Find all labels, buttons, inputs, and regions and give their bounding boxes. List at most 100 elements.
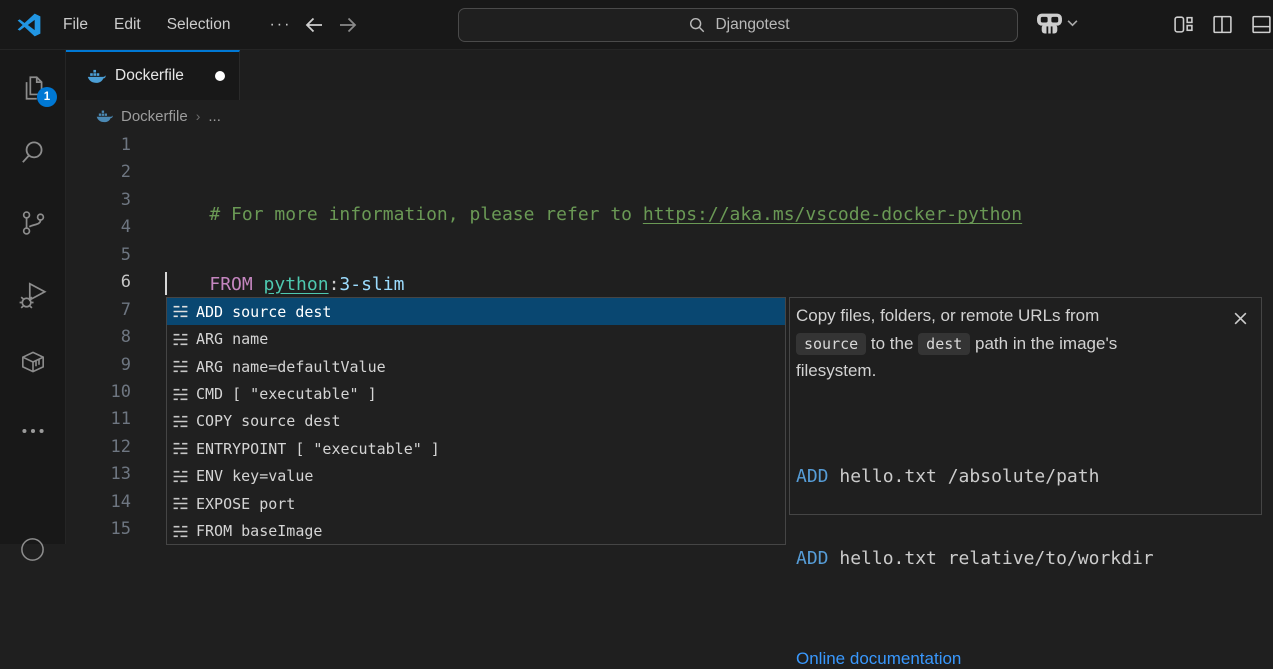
docker-view-icon[interactable] bbox=[17, 346, 49, 378]
snippet-icon bbox=[171, 357, 190, 376]
account-icon[interactable] bbox=[19, 536, 46, 563]
suggest-label: ENV key=value bbox=[196, 467, 313, 485]
close-icon[interactable] bbox=[1231, 309, 1249, 327]
title-bar: File Edit Selection ··· Djangotest bbox=[0, 0, 1273, 50]
example-keyword: ADD bbox=[796, 548, 829, 569]
menu-bar: File Edit Selection ··· bbox=[50, 0, 305, 50]
image-link[interactable]: python bbox=[264, 274, 329, 295]
suggest-label: ARG name bbox=[196, 330, 268, 348]
snippet-icon bbox=[171, 522, 190, 541]
line-number[interactable]: 4 bbox=[66, 214, 132, 241]
suggest-item-cmd[interactable]: CMD [ "executable" ] bbox=[167, 380, 785, 407]
text-cursor bbox=[165, 272, 167, 295]
suggest-item-env[interactable]: ENV key=value bbox=[167, 463, 785, 490]
keyword-from: FROM bbox=[209, 274, 263, 295]
breadcrumb-more[interactable]: ... bbox=[208, 108, 221, 125]
line-number-active[interactable]: 6 bbox=[66, 269, 132, 296]
search-icon bbox=[686, 14, 708, 36]
example-keyword: ADD bbox=[796, 466, 829, 487]
doc-description-line2: source to the dest path in the image's bbox=[796, 330, 1251, 358]
suggest-label: EXPOSE port bbox=[196, 495, 295, 513]
line-number[interactable]: 3 bbox=[66, 187, 132, 214]
doc-example-line: ADD hello.txt relative/to/workdir bbox=[796, 545, 1251, 573]
source-control-icon[interactable] bbox=[17, 207, 49, 239]
line-number[interactable]: 2 bbox=[66, 159, 132, 186]
suggest-item-copy[interactable]: COPY source dest bbox=[167, 408, 785, 435]
copilot-icon bbox=[1036, 11, 1063, 35]
line-number[interactable]: 7 bbox=[66, 297, 132, 324]
breadcrumb: Dockerfile › ... bbox=[66, 100, 1273, 132]
menu-selection[interactable]: Selection bbox=[154, 11, 244, 39]
snippet-icon bbox=[171, 494, 190, 513]
menu-overflow-icon[interactable]: ··· bbox=[255, 11, 305, 39]
suggest-label: FROM baseImage bbox=[196, 522, 322, 540]
suggest-label: ARG name=defaultValue bbox=[196, 358, 386, 376]
layout-controls bbox=[1172, 13, 1272, 35]
suggest-item-add[interactable]: ADD source dest bbox=[167, 298, 785, 325]
breadcrumb-file[interactable]: Dockerfile bbox=[121, 108, 188, 125]
split-editor-icon[interactable] bbox=[1211, 13, 1233, 35]
suggest-details-panel: Copy files, folders, or remote URLs from… bbox=[789, 297, 1262, 515]
customize-layout-icon[interactable] bbox=[1172, 13, 1194, 35]
copilot-menu-button[interactable] bbox=[1036, 11, 1078, 35]
vscode-logo-icon bbox=[16, 12, 42, 38]
suggest-item-from[interactable]: FROM baseImage bbox=[167, 518, 785, 545]
snippet-icon bbox=[171, 467, 190, 486]
suggest-widget: ADD source dest ARG name ARG name=defaul… bbox=[166, 297, 786, 545]
punct: : bbox=[329, 274, 340, 295]
line-number[interactable]: 1 bbox=[66, 132, 132, 159]
suggest-item-expose[interactable]: EXPOSE port bbox=[167, 490, 785, 517]
suggest-label: COPY source dest bbox=[196, 412, 341, 430]
tab-label: Dockerfile bbox=[115, 67, 184, 85]
code-line-2[interactable]: FROM python:3-slim bbox=[166, 243, 1022, 270]
go-back-icon[interactable] bbox=[300, 11, 328, 39]
suggest-label: ADD source dest bbox=[196, 303, 331, 321]
docker-whale-icon bbox=[96, 109, 113, 123]
line-number[interactable]: 15 bbox=[66, 516, 132, 543]
line-number[interactable]: 9 bbox=[66, 352, 132, 379]
suggest-item-entrypoint[interactable]: ENTRYPOINT [ "executable" ] bbox=[167, 435, 785, 462]
doc-text: path in the image's bbox=[970, 334, 1117, 353]
doc-description-line1: Copy files, folders, or remote URLs from bbox=[796, 302, 1251, 330]
suggest-item-arg[interactable]: ARG name bbox=[167, 325, 785, 352]
doc-code-examples: ADD hello.txt /absolute/path ADD hello.t… bbox=[796, 408, 1251, 628]
breadcrumb-separator: › bbox=[196, 108, 201, 124]
tab-dirty-indicator[interactable] bbox=[215, 71, 225, 81]
command-center-search[interactable]: Djangotest bbox=[458, 8, 1018, 42]
snippet-icon bbox=[171, 412, 190, 431]
online-documentation-link[interactable]: Online documentation bbox=[796, 649, 961, 669]
line-number[interactable]: 11 bbox=[66, 406, 132, 433]
doc-example-line: ADD hello.txt /absolute/path bbox=[796, 463, 1251, 491]
menu-edit[interactable]: Edit bbox=[101, 11, 154, 39]
suggest-item-arg-default[interactable]: ARG name=defaultValue bbox=[167, 353, 785, 380]
more-views-icon[interactable] bbox=[17, 415, 49, 447]
suggest-label: ENTRYPOINT [ "executable" ] bbox=[196, 440, 440, 458]
code-line-1[interactable]: # For more information, please refer to … bbox=[166, 174, 1022, 201]
doc-description-line3: filesystem. bbox=[796, 357, 1251, 385]
toggle-panel-icon[interactable] bbox=[1250, 13, 1272, 35]
line-number[interactable]: 8 bbox=[66, 324, 132, 351]
run-debug-icon[interactable] bbox=[17, 279, 49, 311]
snippet-icon bbox=[171, 385, 190, 404]
line-number[interactable]: 12 bbox=[66, 434, 132, 461]
line-number[interactable]: 10 bbox=[66, 379, 132, 406]
line-number[interactable]: 13 bbox=[66, 461, 132, 488]
comment-link[interactable]: https://aka.ms/vscode-docker-python bbox=[643, 204, 1022, 225]
line-number[interactable]: 14 bbox=[66, 489, 132, 516]
snippet-icon bbox=[171, 330, 190, 349]
editor-gutter: 1 2 3 4 5 6 7 8 9 10 11 12 13 14 15 bbox=[66, 132, 132, 544]
command-center-value: Djangotest bbox=[715, 16, 789, 34]
activity-bar: 1 bbox=[0, 50, 66, 544]
doc-text: to the bbox=[866, 334, 918, 353]
inline-code-dest: dest bbox=[918, 333, 970, 355]
snippet-icon bbox=[171, 439, 190, 458]
tab-bar: Dockerfile bbox=[66, 50, 1273, 100]
search-view-icon[interactable] bbox=[17, 136, 49, 168]
comment-text: # For more information, please refer to bbox=[209, 204, 642, 225]
menu-file[interactable]: File bbox=[50, 11, 101, 39]
example-args: hello.txt relative/to/workdir bbox=[829, 548, 1154, 569]
line-number[interactable]: 5 bbox=[66, 242, 132, 269]
tab-dockerfile[interactable]: Dockerfile bbox=[66, 50, 240, 100]
chevron-down-icon bbox=[1067, 19, 1078, 27]
go-forward-icon[interactable] bbox=[334, 11, 362, 39]
